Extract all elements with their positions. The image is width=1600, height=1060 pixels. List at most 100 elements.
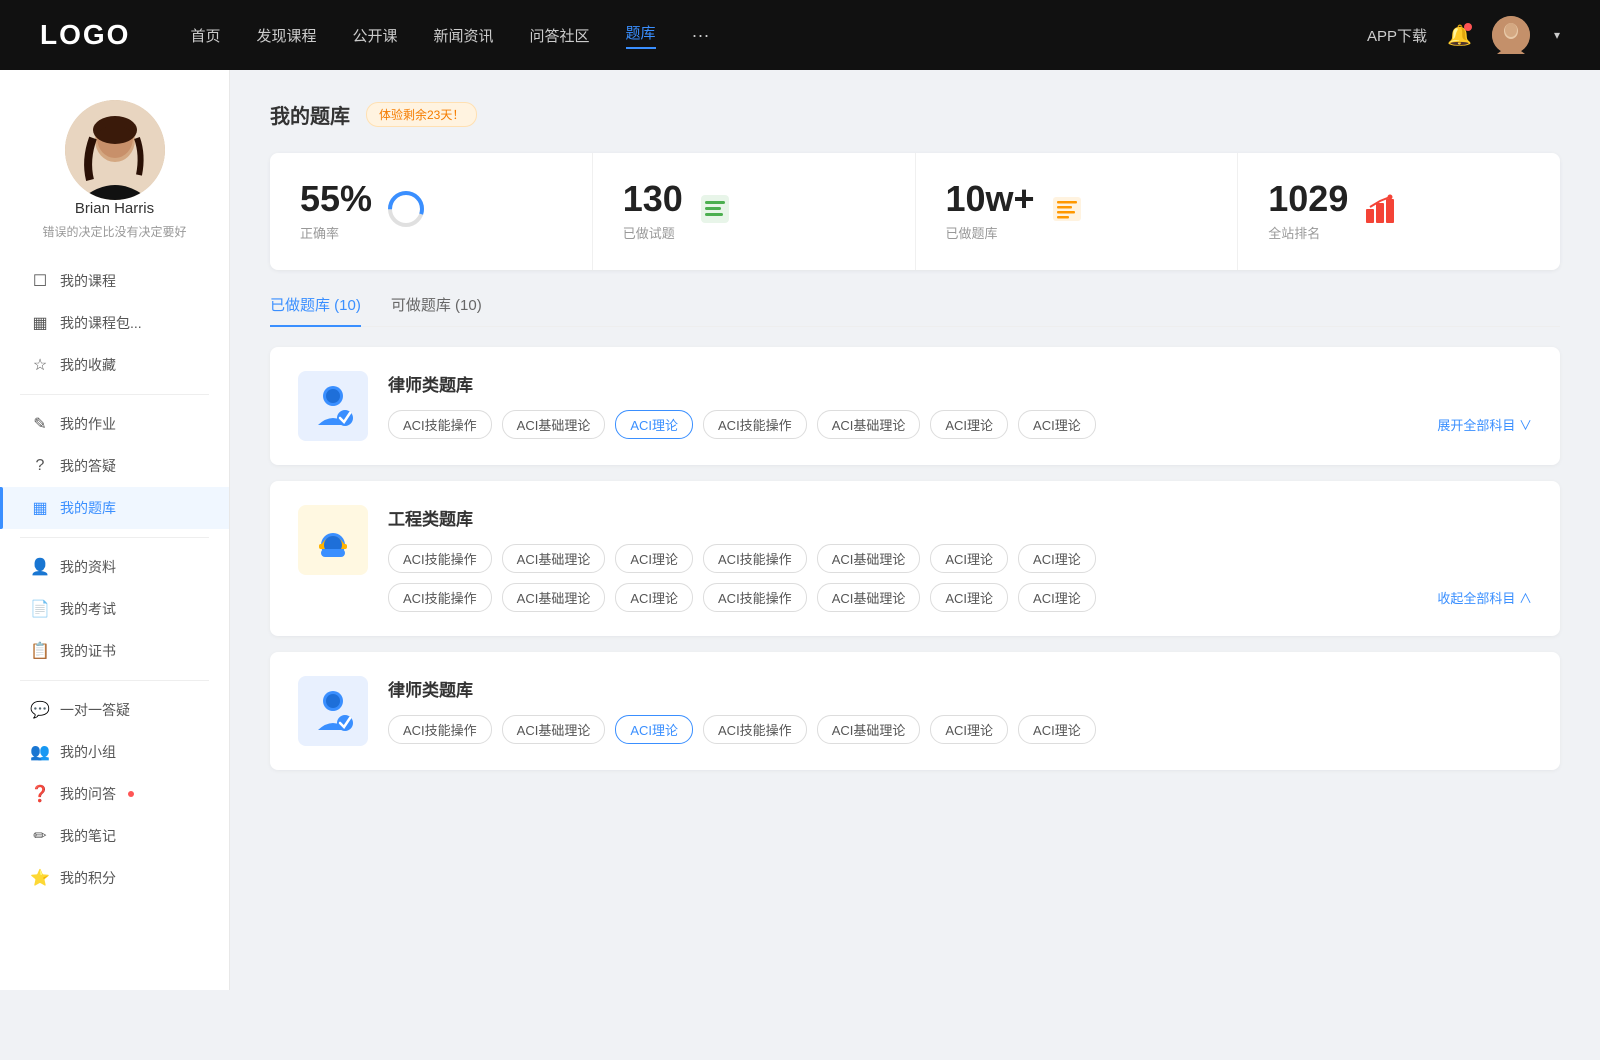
nav-questionbank[interactable]: 题库 [626, 22, 656, 49]
tag-eng1-5[interactable]: ACI基础理论 [817, 544, 921, 573]
sidebar-item-profile[interactable]: 👤 我的资料 [0, 546, 229, 588]
main-content: 我的题库 体验剩余23天！ 55% 正确率 130 [230, 70, 1600, 990]
stat-accuracy: 55% 正确率 [270, 153, 593, 270]
tag-eng1-4[interactable]: ACI技能操作 [703, 544, 807, 573]
questions-icon [697, 191, 733, 232]
tag-law1-7[interactable]: ACI理论 [1018, 410, 1096, 439]
sidebar-item-1on1[interactable]: 💬 一对一答疑 [0, 689, 229, 731]
category-card-law2: 律师类题库 ACI技能操作 ACI基础理论 ACI理论 ACI技能操作 ACI基… [270, 652, 1560, 770]
category-body-eng1: 工程类题库 ACI技能操作 ACI基础理论 ACI理论 ACI技能操作 ACI基… [388, 505, 1532, 612]
tag-law2-5[interactable]: ACI基础理论 [817, 715, 921, 744]
qbank-icon: ▦ [30, 498, 50, 518]
qa-icon: ? [30, 457, 50, 475]
nav-opencourse[interactable]: 公开课 [352, 25, 397, 46]
nav-more[interactable]: ··· [692, 25, 710, 46]
tag-law1-2[interactable]: ACI基础理论 [502, 410, 606, 439]
sidebar-item-certificate[interactable]: 📋 我的证书 [0, 630, 229, 672]
tag-eng1-8[interactable]: ACI技能操作 [388, 583, 492, 612]
tag-eng1-14[interactable]: ACI理论 [1018, 583, 1096, 612]
user-avatar [65, 100, 165, 200]
avatar-image [1492, 16, 1530, 54]
sidebar-item-notes[interactable]: ✏ 我的笔记 [0, 815, 229, 857]
expand-law1[interactable]: 展开全部科目 ∨ [1437, 415, 1532, 434]
avatar-chevron-icon[interactable]: ▾ [1554, 28, 1560, 42]
ranking-icon [1362, 191, 1398, 232]
stat-accuracy-label: 正确率 [300, 223, 372, 242]
sidebar-item-my-courses[interactable]: ☐ 我的课程 [0, 260, 229, 302]
tag-eng1-3[interactable]: ACI理论 [615, 544, 693, 573]
sidebar-item-questionbank[interactable]: ▦ 我的题库 [0, 487, 229, 529]
law2-icon-box [298, 676, 368, 746]
sidebar-item-label: 我的考试 [60, 599, 116, 619]
hardhat-icon [310, 517, 356, 563]
stat-done-questions-numbers: 130 已做试题 [623, 181, 683, 242]
sidebar-menu: ☐ 我的课程 ▦ 我的课程包... ☆ 我的收藏 ✎ 我的作业 ? 我的答疑 ▦ [0, 260, 229, 899]
sidebar-item-label: 我的资料 [60, 557, 116, 577]
tag-eng1-7[interactable]: ACI理论 [1018, 544, 1096, 573]
category-header-eng1: 工程类题库 ACI技能操作 ACI基础理论 ACI理论 ACI技能操作 ACI基… [298, 505, 1532, 612]
tag-law2-6[interactable]: ACI理论 [930, 715, 1008, 744]
sidebar-item-label: 我的笔记 [60, 826, 116, 846]
tag-eng1-13[interactable]: ACI理论 [930, 583, 1008, 612]
tag-law2-4[interactable]: ACI技能操作 [703, 715, 807, 744]
sidebar-item-homework[interactable]: ✎ 我的作业 [0, 403, 229, 445]
tag-law2-3[interactable]: ACI理论 [615, 715, 693, 744]
nav-home[interactable]: 首页 [190, 25, 220, 46]
tags-row-law1: ACI技能操作 ACI基础理论 ACI理论 ACI技能操作 ACI基础理论 AC… [388, 410, 1532, 439]
sidebar-item-label: 我的课程 [60, 271, 116, 291]
tag-law2-7[interactable]: ACI理论 [1018, 715, 1096, 744]
my-qa-icon: ❓ [30, 784, 50, 804]
collapse-eng1[interactable]: 收起全部科目 ∧ [1437, 588, 1532, 607]
sidebar-item-label: 一对一答疑 [60, 700, 130, 720]
sidebar-item-label: 我的题库 [60, 498, 116, 518]
tag-law1-3[interactable]: ACI理论 [615, 410, 693, 439]
tag-eng1-1[interactable]: ACI技能操作 [388, 544, 492, 573]
notification-bell[interactable]: 🔔 [1447, 23, 1472, 48]
stat-done-questions-value: 130 [623, 181, 683, 217]
sidebar-item-course-package[interactable]: ▦ 我的课程包... [0, 302, 229, 344]
qa-dot [128, 791, 134, 797]
sidebar-item-exam[interactable]: 📄 我的考试 [0, 588, 229, 630]
sidebar-item-group[interactable]: 👥 我的小组 [0, 731, 229, 773]
sidebar-item-label: 我的收藏 [60, 355, 116, 375]
profile-icon: 👤 [30, 557, 50, 577]
lawyer-icon [310, 383, 356, 429]
cert-icon: 📋 [30, 641, 50, 661]
trial-badge: 体验剩余23天！ [366, 102, 477, 127]
notification-dot [1464, 23, 1472, 31]
tag-law2-1[interactable]: ACI技能操作 [388, 715, 492, 744]
tag-law1-6[interactable]: ACI理论 [930, 410, 1008, 439]
tag-eng1-10[interactable]: ACI理论 [615, 583, 693, 612]
tag-eng1-9[interactable]: ACI基础理论 [502, 583, 606, 612]
category-body-law1: 律师类题库 ACI技能操作 ACI基础理论 ACI理论 ACI技能操作 ACI基… [388, 371, 1532, 439]
sidebar-item-favorites[interactable]: ☆ 我的收藏 [0, 344, 229, 386]
nav-right: APP下载 🔔 ▾ [1367, 16, 1560, 54]
app-download-button[interactable]: APP下载 [1367, 25, 1427, 46]
stat-done-banks-numbers: 10w+ 已做题库 [946, 181, 1035, 242]
nav-discover[interactable]: 发现课程 [256, 25, 316, 46]
stat-done-questions-label: 已做试题 [623, 223, 683, 242]
stat-ranking-numbers: 1029 全站排名 [1268, 181, 1348, 242]
tab-available-banks[interactable]: 可做题库 (10) [391, 294, 482, 327]
sidebar: Brian Harris 错误的决定比没有决定要好 ☐ 我的课程 ▦ 我的课程包… [0, 70, 230, 990]
stat-accuracy-numbers: 55% 正确率 [300, 181, 372, 242]
sidebar-item-my-qa[interactable]: ❓ 我的问答 [0, 773, 229, 815]
category-header-law2: 律师类题库 ACI技能操作 ACI基础理论 ACI理论 ACI技能操作 ACI基… [298, 676, 1532, 746]
tag-law2-2[interactable]: ACI基础理论 [502, 715, 606, 744]
nav-news[interactable]: 新闻资讯 [434, 25, 494, 46]
tabs-row: 已做题库 (10) 可做题库 (10) [270, 294, 1560, 327]
sidebar-item-qa[interactable]: ? 我的答疑 [0, 445, 229, 487]
tab-done-banks[interactable]: 已做题库 (10) [270, 294, 361, 327]
tag-law1-5[interactable]: ACI基础理论 [817, 410, 921, 439]
group-icon: 👥 [30, 742, 50, 762]
nav-qa[interactable]: 问答社区 [530, 25, 590, 46]
tag-eng1-2[interactable]: ACI基础理论 [502, 544, 606, 573]
tag-law1-4[interactable]: ACI技能操作 [703, 410, 807, 439]
sidebar-item-points[interactable]: ⭐ 我的积分 [0, 857, 229, 899]
tag-law1-1[interactable]: ACI技能操作 [388, 410, 492, 439]
tag-eng1-6[interactable]: ACI理论 [930, 544, 1008, 573]
stat-done-banks: 10w+ 已做题库 [916, 153, 1239, 270]
avatar[interactable] [1492, 16, 1530, 54]
tag-eng1-11[interactable]: ACI技能操作 [703, 583, 807, 612]
tag-eng1-12[interactable]: ACI基础理论 [817, 583, 921, 612]
